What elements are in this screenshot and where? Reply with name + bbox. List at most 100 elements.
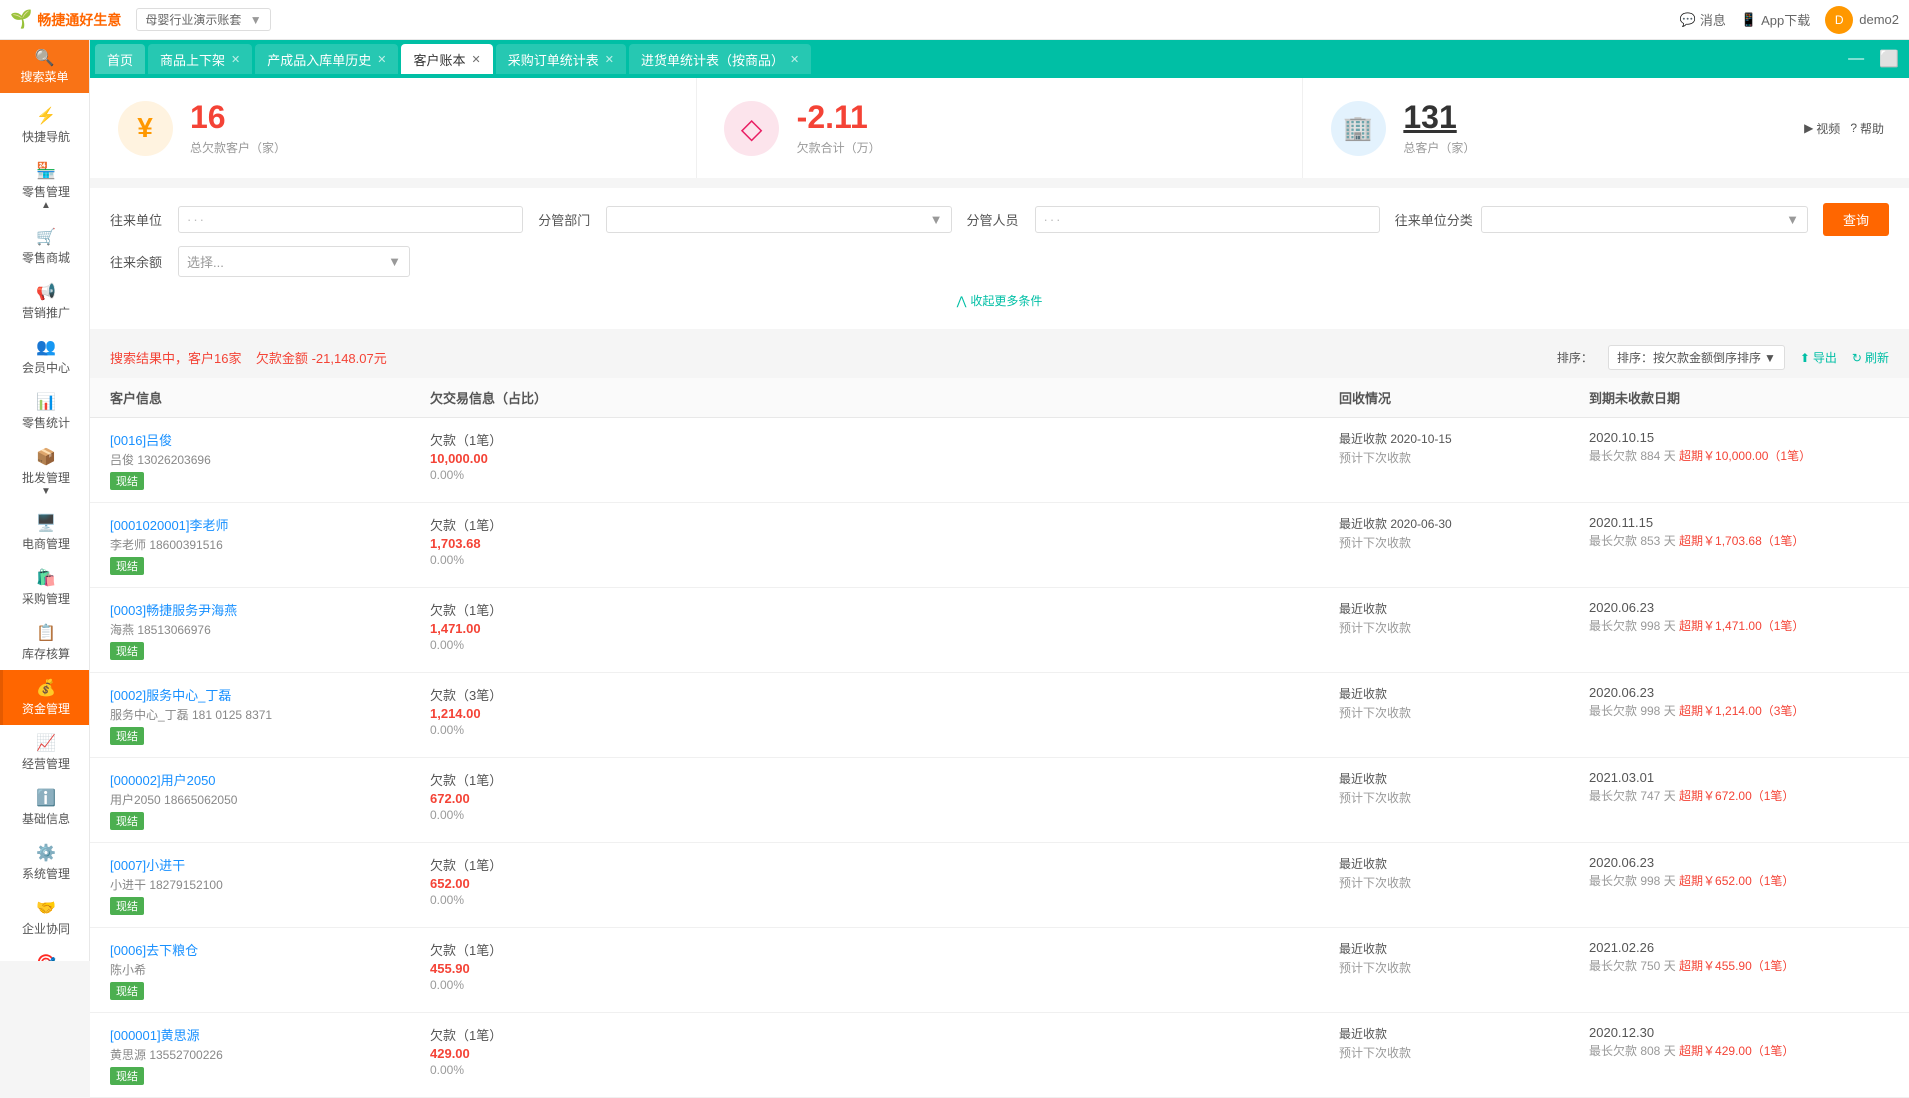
user-avatar[interactable]: D demo2 (1825, 6, 1899, 34)
marketing-icon: 📢 (36, 282, 56, 302)
message-icon[interactable]: 💬 消息 (1680, 10, 1726, 29)
customer-cell-3: [0002]服务中心_丁磊 服务中心_丁磊 181 0125 8371 现结 (110, 685, 430, 745)
close-tab-2[interactable]: ✕ (377, 53, 386, 66)
due-date-7: 2020.12.30 (1589, 1025, 1889, 1040)
overdue-info-3: 最长欠款 998 天 超期￥1,214.00（3笔） (1589, 702, 1889, 719)
tab-product-history[interactable]: 产成品入库单历史 ✕ (255, 44, 398, 74)
filter-unit-input[interactable]: ··· (178, 206, 523, 233)
filter-area: 往来单位 ··· 分管部门 ▼ 分管人员 (90, 188, 1909, 329)
customer-cell-0: [0016]吕俊 吕俊 13026203696 现结 (110, 430, 430, 490)
debt-count-3: 欠款（3笔） (430, 685, 1339, 704)
tab-product-listing[interactable]: 商品上下架 ✕ (148, 44, 252, 74)
help-icon: ? (1850, 121, 1857, 135)
sidebar-item-member[interactable]: 👥 会员中心 (0, 329, 89, 384)
main-content: 首页 商品上下架 ✕ 产成品入库单历史 ✕ 客户账本 ✕ 采购订单统计表 ✕ 进… (90, 40, 1909, 1098)
overdue-link-6[interactable]: 超期￥455.90（1笔） (1679, 959, 1794, 973)
overdue-link-2[interactable]: 超期￥1,471.00（1笔） (1679, 619, 1804, 633)
sidebar-item-quick-nav[interactable]: ⚡ 快捷导航 (0, 98, 89, 153)
customer-name-7[interactable]: [000001]黄思源 (110, 1028, 200, 1043)
sidebar-item-guide[interactable]: 🎯 新手引导 (0, 945, 89, 961)
customer-name-6[interactable]: [0006]去下粮仓 (110, 943, 198, 958)
minimize-btn[interactable]: — (1843, 47, 1869, 71)
overdue-link-7[interactable]: 超期￥429.00（1笔） (1679, 1044, 1794, 1058)
customer-cell-5: [0007]小进干 小进干 18279152100 现结 (110, 855, 430, 915)
tab-home[interactable]: 首页 (95, 44, 145, 74)
result-bar: 搜索结果中，客户16家 欠款金额 -21,148.07元 排序： 排序：按欠款金… (90, 337, 1909, 378)
close-tab-1[interactable]: ✕ (231, 53, 240, 66)
filter-person-input[interactable]: ··· (1035, 206, 1380, 233)
video-btn[interactable]: ▶ 视频 (1804, 120, 1840, 137)
sidebar-item-retail-mall[interactable]: 🛒 零售商城 (0, 219, 89, 274)
sidebar-item-finance[interactable]: 💰 资金管理 (0, 670, 89, 725)
customer-contact-6: 陈小希 (110, 961, 430, 978)
customer-contact-3: 服务中心_丁磊 181 0125 8371 (110, 706, 430, 723)
customer-tag-3: 现结 (110, 727, 144, 745)
maximize-btn[interactable]: ⬜ (1874, 47, 1904, 71)
filter-balance-label: 往来余额 (110, 252, 170, 271)
customer-table: 客户信息 欠交易信息（占比） 回收情况 到期未收款日期 [0016]吕俊 吕俊 … (90, 378, 1909, 1098)
customer-name-2[interactable]: [0003]畅捷服务尹海燕 (110, 603, 237, 618)
chevron-down-icon-dept: ▼ (930, 212, 943, 227)
overdue-link-0[interactable]: 超期￥10,000.00（1笔） (1679, 449, 1811, 463)
customer-cell-1: [0001020001]李老师 李老师 18600391516 现结 (110, 515, 430, 575)
overdue-link-4[interactable]: 超期￥672.00（1笔） (1679, 789, 1794, 803)
filter-category-select[interactable]: ▼ (1481, 206, 1808, 233)
debt-count-4: 欠款（1笔） (430, 770, 1339, 789)
customer-name-4[interactable]: [000002]用户2050 (110, 773, 216, 788)
customer-name-1[interactable]: [0001020001]李老师 (110, 518, 229, 533)
app-download-btn[interactable]: 📱 App下载 (1741, 10, 1810, 29)
sidebar-item-purchase[interactable]: 🛍️ 采购管理 (0, 560, 89, 615)
debt-cell-2: 欠款（1笔） 1,471.00 0.00% (430, 600, 1339, 652)
table-header: 客户信息 欠交易信息（占比） 回收情况 到期未收款日期 (90, 378, 1909, 418)
customer-contact-5: 小进干 18279152100 (110, 876, 430, 893)
export-btn[interactable]: ⬆ 导出 (1800, 349, 1837, 366)
collection-next-4: 预计下次收款 (1339, 789, 1589, 806)
overdue-link-1[interactable]: 超期￥1,703.68（1笔） (1679, 534, 1804, 548)
close-tab-4[interactable]: ✕ (605, 53, 614, 66)
sidebar-item-wholesale[interactable]: 📦 批发管理 ▼ (0, 439, 89, 505)
sidebar-item-retail-mgmt[interactable]: 🏪 零售管理 ▲ (0, 153, 89, 219)
overdue-link-5[interactable]: 超期￥652.00（1笔） (1679, 874, 1794, 888)
sidebar-item-retail-stats[interactable]: 📊 零售统计 (0, 384, 89, 439)
sidebar-item-ecommerce[interactable]: 🖥️ 电商管理 (0, 505, 89, 560)
close-tab-5[interactable]: ✕ (790, 53, 799, 66)
tab-goods-stats[interactable]: 进货单统计表（按商品） ✕ (629, 44, 811, 74)
customer-name-0[interactable]: [0016]吕俊 (110, 433, 172, 448)
close-tab-3[interactable]: ✕ (472, 53, 481, 66)
refresh-btn[interactable]: ↻ 刷新 (1852, 349, 1889, 366)
collab-icon: 🤝 (36, 898, 56, 918)
filter-balance-select[interactable]: 选择... ▼ (178, 246, 410, 277)
sidebar-item-inventory[interactable]: 📋 库存核算 (0, 615, 89, 670)
collapse-btn[interactable]: ⋀ 收起更多条件 (952, 287, 1048, 314)
filter-dept-select[interactable]: ▼ (606, 206, 951, 233)
result-actions: 排序： 排序：按欠款金额倒序排序 ▼ ⬆ 导出 ↻ 刷新 (1557, 345, 1889, 370)
customer-name-3[interactable]: [0002]服务中心_丁磊 (110, 688, 231, 703)
overdue-info-7: 最长欠款 808 天 超期￥429.00（1笔） (1589, 1042, 1889, 1059)
debt-cell-1: 欠款（1笔） 1,703.68 0.00% (430, 515, 1339, 567)
sidebar-item-collab[interactable]: 🤝 企业协同 (0, 890, 89, 945)
system-name[interactable]: 母婴行业演示账套 ▼ (136, 8, 270, 31)
customer-name-5[interactable]: [0007]小进干 (110, 858, 185, 873)
content-area: ¥ 16 总欠款客户（家） ◇ -2.11 欠款合计（万） (90, 78, 1909, 1098)
sidebar-search[interactable]: 🔍 搜索菜单 (0, 40, 89, 93)
tab-customer-ledger[interactable]: 客户账本 ✕ (401, 44, 492, 74)
sidebar-item-basic-info[interactable]: ℹ️ 基础信息 (0, 780, 89, 835)
overdue-info-2: 最长欠款 998 天 超期￥1,471.00（1笔） (1589, 617, 1889, 634)
sidebar-item-system[interactable]: ⚙️ 系统管理 (0, 835, 89, 890)
stat-icon-wrap-3: 🏢 (1328, 98, 1388, 158)
search-button[interactable]: 查询 (1823, 203, 1889, 236)
customer-cell-6: [0006]去下粮仓 陈小希 现结 (110, 940, 430, 1000)
top-bar: 🌱 畅捷通好生意 母婴行业演示账套 ▼ 💬 消息 📱 App下载 D demo2 (0, 0, 1909, 40)
sidebar-item-business[interactable]: 📈 经营管理 (0, 725, 89, 780)
debt-percent-0: 0.00% (430, 468, 1339, 482)
overdue-link-3[interactable]: 超期￥1,214.00（3笔） (1679, 704, 1804, 718)
debt-count-0: 欠款（1笔） (430, 430, 1339, 449)
chevron-down-icon-cat: ▼ (1786, 212, 1799, 227)
customer-cell-7: [000001]黄思源 黄思源 13552700226 现结 (110, 1025, 430, 1085)
due-date-3: 2020.06.23 (1589, 685, 1889, 700)
sidebar-item-marketing[interactable]: 📢 营销推广 (0, 274, 89, 329)
tab-purchase-stats[interactable]: 采购订单统计表 ✕ (496, 44, 626, 74)
sort-select[interactable]: 排序：按欠款金额倒序排序 ▼ (1608, 345, 1785, 370)
play-icon: ▶ (1804, 121, 1813, 135)
help-btn[interactable]: ? 帮助 (1850, 120, 1884, 137)
